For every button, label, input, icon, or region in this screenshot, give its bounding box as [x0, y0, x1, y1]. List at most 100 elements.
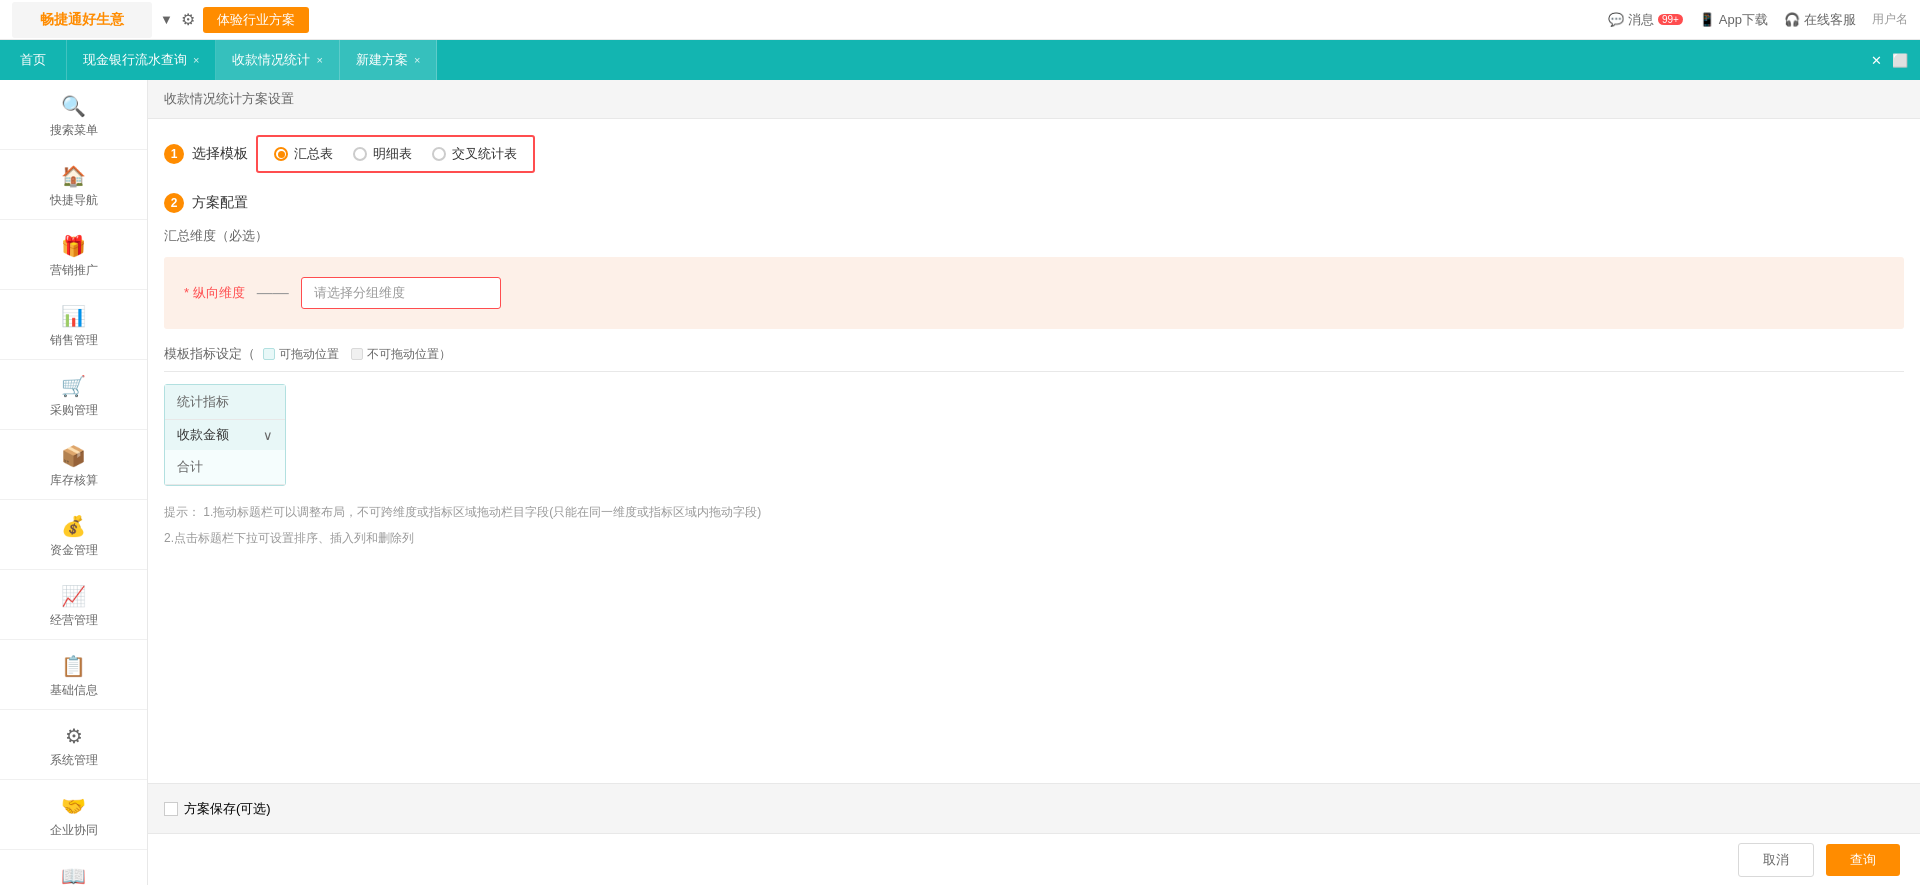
radio-crosstab-label: 交叉统计表	[452, 145, 517, 163]
sidebar-label-5: 库存核算	[50, 472, 98, 489]
sidebar-item-4[interactable]: 🛒采购管理	[0, 360, 147, 430]
logo-text: 畅捷通好生意	[40, 11, 124, 29]
action-bar: 取消 查询	[148, 833, 1920, 885]
dimension-input[interactable]: 请选择分组维度	[301, 277, 501, 309]
sidebar-label-9: 系统管理	[50, 752, 98, 769]
tab-new-plan[interactable]: 新建方案 ×	[340, 40, 437, 80]
nav-right-controls: ✕ ⬜	[1859, 40, 1920, 80]
sidebar-icon-9: ⚙	[65, 724, 83, 748]
query-button[interactable]: 查询	[1826, 844, 1900, 876]
message-item[interactable]: 💬 消息 99+	[1608, 11, 1683, 29]
gear-icon[interactable]: ⚙	[181, 10, 195, 29]
metrics-amount-value: 收款金额	[177, 426, 229, 444]
sidebar-icon-0: 🔍	[61, 94, 86, 118]
hints-area: 提示： 1.拖动标题栏可以调整布局，不可跨维度或指标区域拖动栏目字段(只能在同一…	[164, 502, 1904, 549]
metrics-row-total: 合计	[165, 450, 285, 485]
section2-title: 方案配置	[192, 194, 248, 212]
sidebar-item-9[interactable]: ⚙ 系统管理	[0, 710, 147, 780]
metrics-section-title: 模板指标设定（	[164, 345, 255, 363]
sidebar: 🔍搜索菜单🏠快捷导航🎁营销推广📊销售管理🛒采购管理 📦 库存核算 💰资金管理📈经营管理…	[0, 80, 148, 885]
sidebar-icon-4: 🛒	[61, 374, 86, 398]
page-body: 1 选择模板 汇总表 明细表 交叉统计表	[148, 119, 1920, 783]
section2-header: 2 方案配置	[164, 193, 1904, 213]
radio-summary[interactable]: 汇总表	[274, 145, 333, 163]
plan-config: 汇总维度（必选） 纵向维度 —— 请选择分组维度 模板指标设定（	[164, 227, 1904, 549]
metrics-chevron-icon[interactable]: ∨	[263, 428, 273, 443]
sidebar-icon-7: 📈	[61, 584, 86, 608]
sidebar-item-1[interactable]: 🏠快捷导航	[0, 150, 147, 220]
download-label: App下载	[1719, 11, 1768, 29]
cancel-button[interactable]: 取消	[1738, 843, 1814, 877]
tab-receipts-close[interactable]: ×	[316, 54, 322, 66]
sidebar-item-0[interactable]: 🔍搜索菜单	[0, 80, 147, 150]
topbar-dropdown-icon[interactable]: ▼	[160, 12, 173, 27]
save-checkbox-label[interactable]: 方案保存(可选)	[164, 800, 271, 818]
metrics-stats-header: 统计指标	[165, 385, 285, 420]
sidebar-icon-8: 📋	[61, 654, 86, 678]
service-label: 在线客服	[1804, 11, 1856, 29]
service-icon: 🎧	[1784, 12, 1800, 27]
section-template: 1 选择模板 汇总表 明细表 交叉统计表	[164, 135, 1904, 173]
content-area: 收款情况统计方案设置 1 选择模板 汇总表 明细表	[148, 80, 1920, 885]
radio-crosstab-circle[interactable]	[432, 147, 446, 161]
radio-summary-circle[interactable]	[274, 147, 288, 161]
tab-receipts[interactable]: 收款情况统计 ×	[216, 40, 339, 80]
metrics-legend: 可拖动位置 不可拖动位置）	[263, 346, 451, 363]
sidebar-item-10[interactable]: 🤝 企业协同	[0, 780, 147, 850]
message-icon: 💬	[1608, 12, 1624, 27]
sidebar-icon-10: 🤝	[61, 794, 86, 818]
service-item[interactable]: 🎧 在线客服	[1784, 11, 1856, 29]
tab-home[interactable]: 首页	[0, 40, 67, 80]
window-close-icon[interactable]: ✕	[1871, 53, 1882, 68]
sidebar-item-3[interactable]: 📊销售管理	[0, 290, 147, 360]
download-icon: 📱	[1699, 12, 1715, 27]
sidebar-label-10: 企业协同	[50, 822, 98, 839]
section1-title: 选择模板	[192, 145, 248, 163]
sidebar-label-8: 基础信息	[50, 682, 98, 699]
sidebar-icon-1: 🏠	[61, 164, 86, 188]
tab-new-plan-label: 新建方案	[356, 51, 408, 69]
radio-crosstab[interactable]: 交叉统计表	[432, 145, 517, 163]
dimension-row: 纵向维度 —— 请选择分组维度	[184, 277, 1884, 309]
save-label: 方案保存(可选)	[184, 800, 271, 818]
sidebar-item-2[interactable]: 🎁营销推广	[0, 220, 147, 290]
dimension-arrow-icon: ——	[257, 284, 289, 302]
legend-non-draggable-dot	[351, 348, 363, 360]
radio-detail[interactable]: 明细表	[353, 145, 412, 163]
radio-detail-label: 明细表	[373, 145, 412, 163]
sidebar-item-8[interactable]: 📋 基础信息	[0, 640, 147, 710]
legend-draggable-dot	[263, 348, 275, 360]
hint1: 提示： 1.拖动标题栏可以调整布局，不可跨维度或指标区域拖动栏目字段(只能在同一…	[164, 502, 1904, 524]
section-config: 2 方案配置 汇总维度（必选） 纵向维度 —— 请选择分组维度	[164, 193, 1904, 549]
user-text: 用户名	[1872, 11, 1908, 28]
legend-draggable: 可拖动位置	[263, 346, 339, 363]
legend-non-draggable-label: 不可拖动位置）	[367, 346, 451, 363]
window-maximize-icon[interactable]: ⬜	[1892, 53, 1908, 68]
sidebar-item-6[interactable]: 💰资金管理	[0, 500, 147, 570]
sidebar-item-7[interactable]: 📈经营管理	[0, 570, 147, 640]
tab-receipts-label: 收款情况统计	[232, 51, 310, 69]
save-checkbox-box[interactable]	[164, 802, 178, 816]
metrics-sub-label: 合计	[177, 459, 203, 474]
sidebar-item-5[interactable]: 📦 库存核算	[0, 430, 147, 500]
topbar-right: 💬 消息 99+ 📱 App下载 🎧 在线客服 用户名	[1608, 11, 1908, 29]
sidebar-item-11[interactable]: 📖新手引导	[0, 850, 147, 885]
message-label: 消息	[1628, 11, 1654, 29]
section1-num: 1	[164, 144, 184, 164]
tab-new-plan-close[interactable]: ×	[414, 54, 420, 66]
tab-cashflow-label: 现金银行流水查询	[83, 51, 187, 69]
download-item[interactable]: 📱 App下载	[1699, 11, 1768, 29]
logo: 畅捷通好生意	[12, 2, 152, 38]
sidebar-icon-11: 📖	[61, 864, 86, 885]
metrics-cell-amount[interactable]: 收款金额 ∨	[165, 420, 285, 450]
tab-cashflow-close[interactable]: ×	[193, 54, 199, 66]
vertical-dim-label: 纵向维度	[184, 284, 245, 302]
sidebar-icon-3: 📊	[61, 304, 86, 328]
tab-cashflow[interactable]: 现金银行流水查询 ×	[67, 40, 216, 80]
radio-detail-circle[interactable]	[353, 147, 367, 161]
sidebar-icon-5: 📦	[61, 444, 86, 468]
trial-button[interactable]: 体验行业方案	[203, 7, 309, 33]
legend-draggable-label: 可拖动位置	[279, 346, 339, 363]
tab-home-label: 首页	[20, 51, 46, 69]
template-select-group: 汇总表 明细表 交叉统计表	[256, 135, 535, 173]
